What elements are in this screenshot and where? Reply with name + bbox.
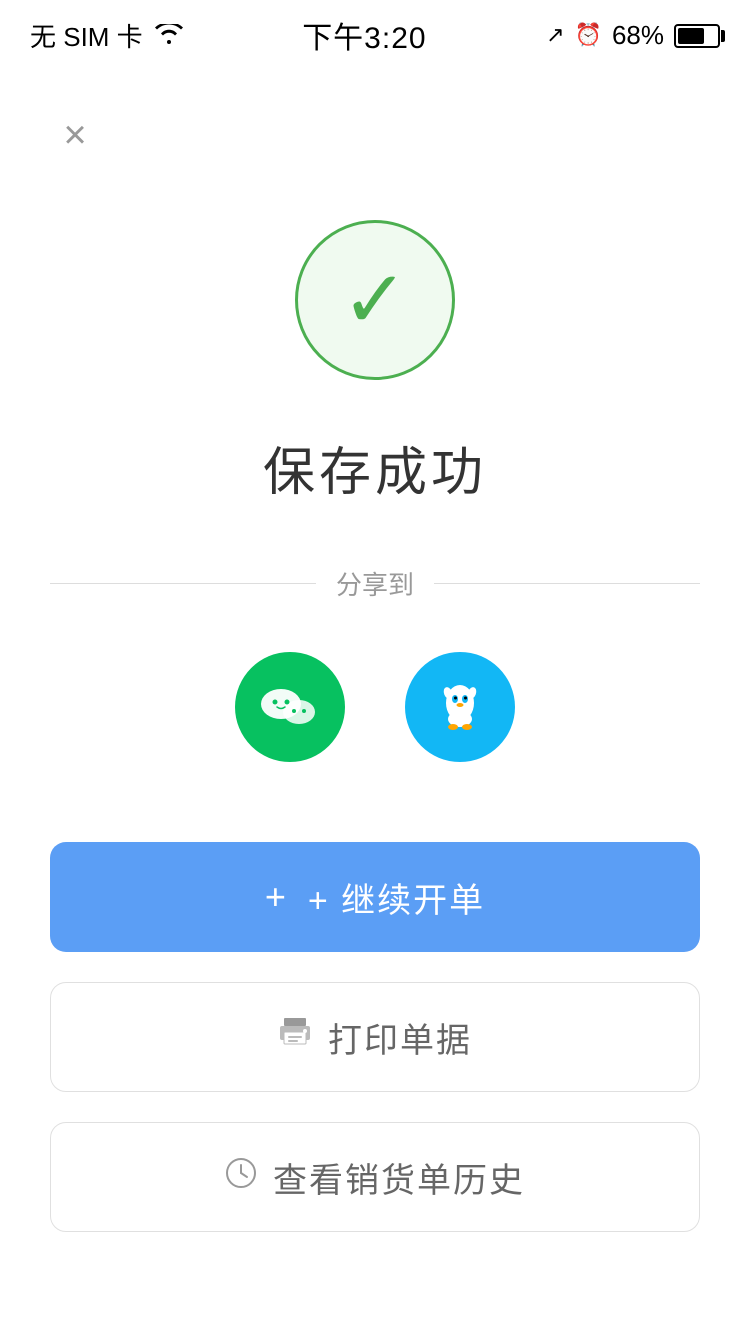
divider-left: [50, 583, 316, 584]
location-icon: ↗: [546, 22, 564, 48]
divider-right: [434, 583, 700, 584]
share-icons: [235, 652, 515, 762]
continue-label: + 继续开单: [308, 873, 485, 922]
history-button[interactable]: 查看销货单历史: [50, 1122, 700, 1232]
battery-icon: [674, 20, 720, 51]
clock-icon: [225, 1157, 257, 1198]
close-button[interactable]: ×: [50, 110, 100, 160]
close-icon: ×: [63, 115, 86, 155]
success-title: 保存成功: [263, 430, 487, 505]
alarm-icon: ⏰: [575, 22, 602, 48]
plus-icon: +: [265, 876, 288, 918]
checkmark-icon: ✓: [341, 260, 408, 340]
print-button[interactable]: 打印单据: [50, 982, 700, 1092]
status-bar: 无 SIM 卡 下午3:20 ↗ ⏰ 68%: [0, 0, 750, 70]
status-left: 无 SIM 卡: [30, 17, 183, 54]
history-label: 查看销货单历史: [273, 1153, 525, 1202]
status-right: ↗ ⏰ 68%: [546, 20, 720, 51]
print-label: 打印单据: [328, 1013, 472, 1062]
action-buttons: + + 继续开单 打印单据: [50, 842, 700, 1232]
battery-percent: 68%: [612, 20, 664, 51]
wifi-icon: [155, 20, 183, 51]
sim-status: 无 SIM 卡: [30, 17, 143, 54]
main-content: × ✓ 保存成功 分享到: [0, 70, 750, 1272]
share-label: 分享到: [336, 565, 414, 602]
share-divider: 分享到: [50, 565, 700, 602]
close-button-row: ×: [50, 110, 700, 160]
wechat-share-button[interactable]: [235, 652, 345, 762]
continue-button[interactable]: + + 继续开单: [50, 842, 700, 952]
success-circle: ✓: [295, 220, 455, 380]
printer-icon: [278, 1018, 312, 1057]
status-time: 下午3:20: [302, 13, 426, 57]
qq-share-button[interactable]: [405, 652, 515, 762]
